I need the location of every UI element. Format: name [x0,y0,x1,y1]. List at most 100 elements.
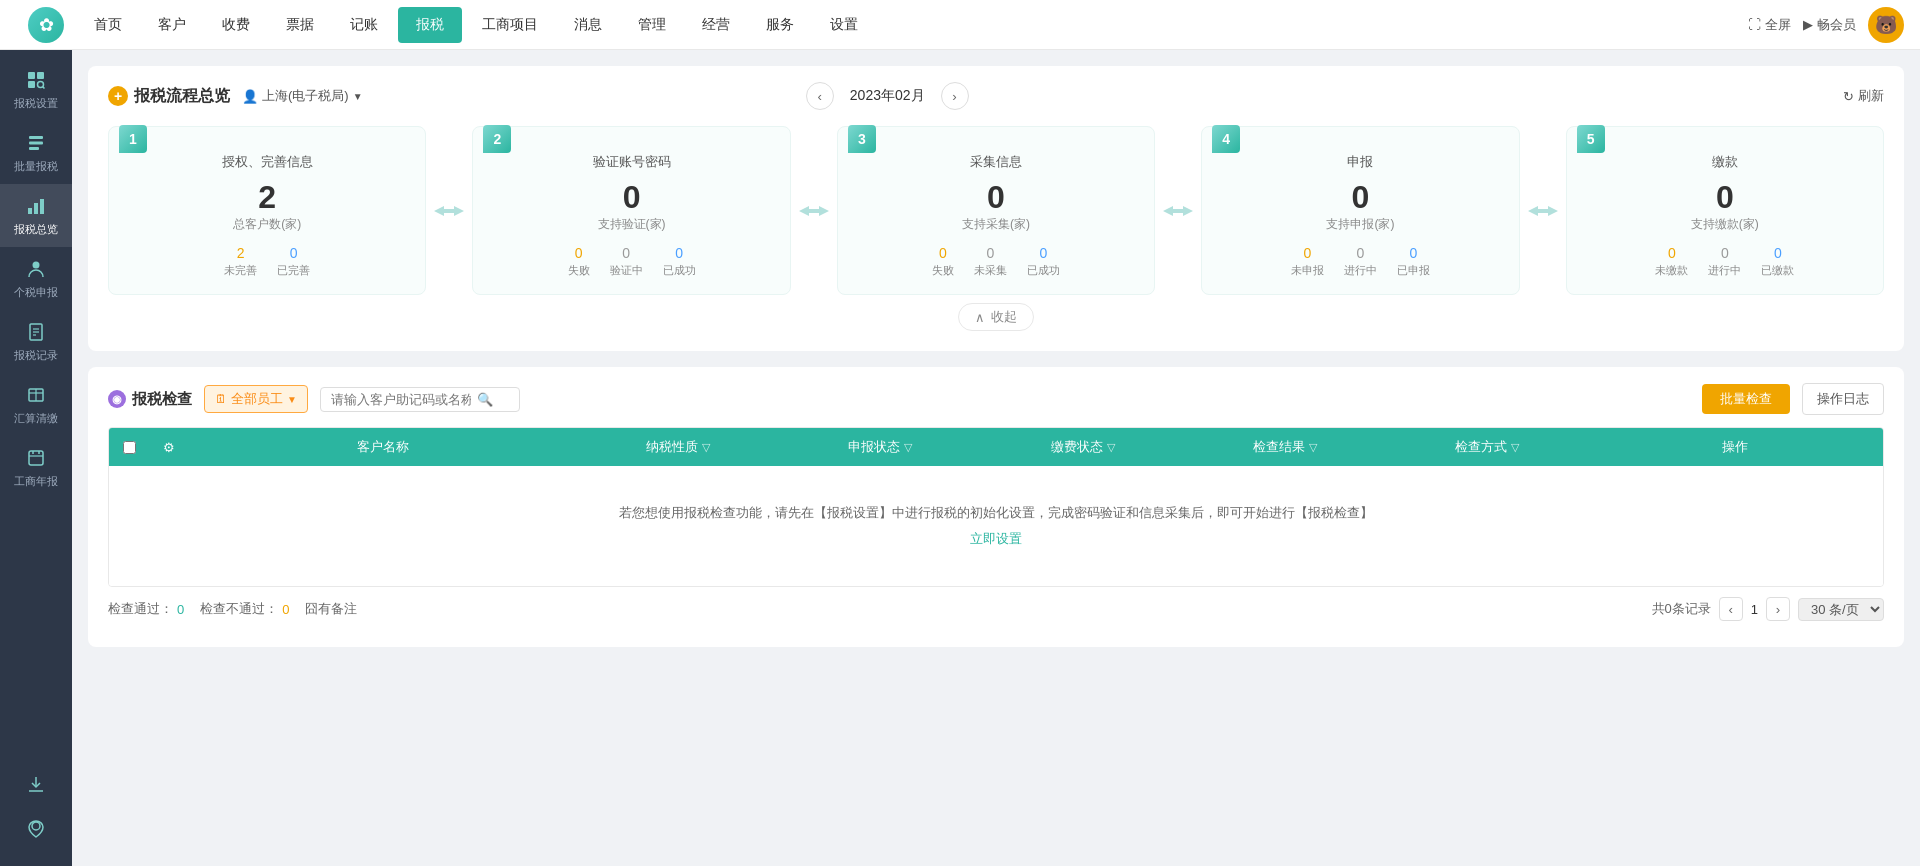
per-page-select[interactable]: 30 条/页 [1798,598,1884,621]
step-stat-num-2-1: 0 [622,245,630,261]
sidebar-item-reconcile[interactable]: 汇算清缴 [0,373,72,436]
refresh-button[interactable]: ↻ 刷新 [1843,87,1884,105]
nav-customer[interactable]: 客户 [140,0,204,50]
step-label-5: 支持缴款(家) [1691,216,1759,233]
th-declare-status-text: 申报状态 [848,438,900,456]
location-text: 上海(电子税局) [262,87,349,105]
th-checkbox[interactable] [109,431,149,464]
location-badge[interactable]: 👤 上海(电子税局) ▼ [242,87,363,105]
sidebar-item-tax-overview[interactable]: 报税总览 [0,184,72,247]
collapse-button[interactable]: ∧ 收起 [958,303,1034,331]
step-stat-label-1-0: 未完善 [224,263,257,278]
svg-line-6 [43,87,45,89]
collapse-up-icon: ∧ [975,310,985,325]
sidebar-label-batch-tax: 批量报税 [14,159,58,174]
step-card-4: 4 申报 0 支持申报(家) 0 未申报 0 进行中 [1201,126,1519,295]
step-stat-num-1-0: 2 [237,245,245,261]
batch-check-button[interactable]: 批量检查 [1702,384,1790,414]
step-number-2: 2 [483,125,511,153]
month-text: 2023年02月 [850,87,925,105]
sidebar-label-tax-record: 报税记录 [14,348,58,363]
step-stat-4-2: 0 已申报 [1397,245,1430,278]
svg-text:🐻: 🐻 [1875,14,1898,36]
empty-message: 若您想使用报税检查功能，请先在【报税设置】中进行报税的初始化设置，完成密码验证和… [619,474,1373,578]
next-page-button[interactable]: › [1766,597,1790,621]
sidebar-item-batch-tax[interactable]: 批量报税 [0,121,72,184]
vip-button[interactable]: ▶ 畅会员 [1803,16,1856,34]
employee-filter[interactable]: 🗓 全部员工 ▼ [204,385,308,413]
step-stat-num-4-0: 0 [1304,245,1312,261]
th-check-method[interactable]: 检查方式 ▽ [1386,428,1588,466]
step-arrow-4 [1520,126,1566,295]
nav-service[interactable]: 服务 [748,0,812,50]
nav-invoice[interactable]: 票据 [268,0,332,50]
search-input[interactable] [331,392,471,407]
select-all-checkbox[interactable] [123,441,136,454]
nav-bookkeeping[interactable]: 记账 [332,0,396,50]
check-title-text: 报税检查 [132,390,192,409]
prev-month-button[interactable]: ‹ [806,82,834,110]
vip-icon: ▶ [1803,17,1813,32]
th-declare-status[interactable]: 申报状态 ▽ [779,428,981,466]
location-chevron-icon: ▼ [353,91,363,102]
sidebar-item-download[interactable] [24,762,48,806]
step-stats-5: 0 未缴款 0 进行中 0 已缴款 [1655,245,1794,278]
nav-manage[interactable]: 管理 [620,0,684,50]
nav-settings[interactable]: 设置 [812,0,876,50]
step-stat-1-1: 0 已完善 [277,245,310,278]
nav-tax[interactable]: 报税 [398,7,462,43]
nav-fee[interactable]: 收费 [204,0,268,50]
step-stats-3: 0 失败 0 未采集 0 已成功 [932,245,1060,278]
footer-fail-count[interactable]: 0 [282,602,289,617]
next-month-button[interactable]: › [941,82,969,110]
fullscreen-icon: ⛶ [1748,17,1761,32]
th-tax-nature[interactable]: 纳税性质 ▽ [577,428,779,466]
step-number-4: 4 [1212,125,1240,153]
sidebar-item-tax-settings[interactable]: 报税设置 [0,58,72,121]
main-layout: 报税设置 批量报税 报税总览 个税申报 报税记录 [0,50,1920,866]
step-count-1: 2 [258,179,276,216]
step-number-5: 5 [1577,125,1605,153]
step-stat-num-5-0: 0 [1668,245,1676,261]
th-declare-filter-icon: ▽ [904,441,912,454]
step-stat-num-3-2: 0 [1040,245,1048,261]
step-stat-4-1: 0 进行中 [1344,245,1377,278]
th-settings[interactable]: ⚙ [149,430,189,465]
th-operations-text: 操作 [1722,438,1748,456]
sidebar: 报税设置 批量报税 报税总览 个税申报 报税记录 [0,50,72,866]
th-tax-nature-text: 纳税性质 [646,438,698,456]
sidebar-item-annual-report[interactable]: 工商年报 [0,436,72,499]
fullscreen-button[interactable]: ⛶ 全屏 [1748,16,1791,34]
ops-log-button[interactable]: 操作日志 [1802,383,1884,415]
th-check-result[interactable]: 检查结果 ▽ [1184,428,1386,466]
nav-message[interactable]: 消息 [556,0,620,50]
th-check-method-filter-icon: ▽ [1511,441,1519,454]
step-stat-label-5-0: 未缴款 [1655,263,1688,278]
svg-rect-3 [37,72,44,79]
footer-pass-count[interactable]: 0 [177,602,184,617]
setup-link[interactable]: 立即设置 [619,530,1373,548]
th-check-method-text: 检查方式 [1455,438,1507,456]
svg-rect-9 [29,147,39,150]
sidebar-item-tax-record[interactable]: 报税记录 [0,310,72,373]
step-stat-2-1: 0 验证中 [610,245,643,278]
search-box[interactable]: 🔍 [320,387,520,412]
sidebar-item-personal-tax[interactable]: 个税申报 [0,247,72,310]
step-stat-3-1: 0 未采集 [974,245,1007,278]
th-payment-status[interactable]: 缴费状态 ▽ [981,428,1183,466]
svg-point-27 [32,822,40,830]
nav-business[interactable]: 工商项目 [464,0,556,50]
svg-rect-2 [28,72,35,79]
step-title-1: 授权、完善信息 [222,153,313,171]
first-page-button[interactable]: ‹ [1719,597,1743,621]
sidebar-item-location[interactable] [24,806,48,850]
svg-point-13 [33,262,40,269]
footer-note-label: 囧有备注 [305,600,357,618]
svg-rect-4 [28,81,35,88]
nav-operation[interactable]: 经营 [684,0,748,50]
step-stat-num-3-0: 0 [939,245,947,261]
svg-rect-21 [29,451,43,465]
step-card-1: 1 授权、完善信息 2 总客户数(家) 2 未完善 0 已完善 [108,126,426,295]
nav-home[interactable]: 首页 [76,0,140,50]
th-tax-nature-filter-icon: ▽ [702,441,710,454]
